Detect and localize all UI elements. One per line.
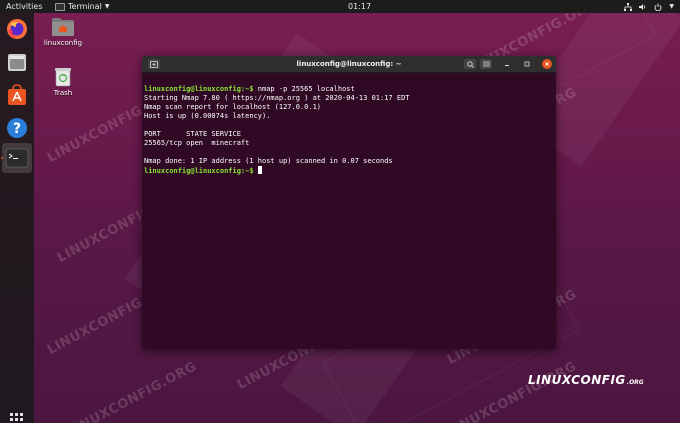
terminal-line: Nmap scan report for localhost (127.0.0.… bbox=[144, 103, 322, 111]
hamburger-menu-icon bbox=[482, 61, 490, 67]
network-icon bbox=[624, 2, 633, 11]
show-applications-button[interactable] bbox=[10, 413, 24, 423]
running-indicator bbox=[1, 157, 3, 159]
firefox-icon bbox=[7, 19, 27, 39]
files-icon bbox=[8, 54, 26, 71]
close-button[interactable] bbox=[542, 59, 552, 69]
clock[interactable]: 01:17 bbox=[348, 0, 371, 13]
terminal-app-icon bbox=[55, 2, 65, 11]
menu-button[interactable] bbox=[480, 59, 492, 69]
terminal-window[interactable]: linuxconfig@linuxconfig: ~ linuxconfig@l… bbox=[142, 56, 556, 349]
desktop-home-folder[interactable]: linuxconfig bbox=[38, 17, 88, 47]
terminal-line: linuxconfig@linuxconfig:~$ nmap -p 25565… bbox=[144, 85, 554, 94]
dock-item-firefox[interactable] bbox=[4, 16, 30, 42]
app-menu[interactable]: Terminal ▼ bbox=[55, 0, 109, 13]
dock-item-terminal[interactable] bbox=[2, 143, 32, 173]
terminal-icon bbox=[5, 148, 29, 168]
window-titlebar[interactable]: linuxconfig@linuxconfig: ~ bbox=[142, 56, 556, 73]
shell-prompt: linuxconfig@linuxconfig:~$ bbox=[144, 167, 254, 175]
close-icon bbox=[545, 62, 549, 66]
linuxconfig-logo: LINUXCONFIG .ORG bbox=[528, 373, 644, 387]
chevron-down-icon: ▼ bbox=[669, 3, 674, 10]
logo-main-text: LINUXCONFIG bbox=[528, 373, 626, 387]
shell-prompt: linuxconfig@linuxconfig:~$ bbox=[144, 85, 254, 93]
command-text: nmap -p 25565 localhost bbox=[253, 85, 355, 93]
top-bar: Activities Terminal ▼ 01:17 ▼ bbox=[0, 0, 680, 13]
system-tray[interactable]: ▼ bbox=[624, 0, 674, 13]
activities-button[interactable]: Activities bbox=[6, 0, 43, 13]
minimize-button[interactable] bbox=[502, 59, 512, 69]
terminal-line: linuxconfig@linuxconfig:~$ bbox=[144, 166, 554, 176]
chevron-down-icon: ▼ bbox=[104, 3, 110, 10]
dock: ? bbox=[0, 13, 34, 423]
terminal-line: Nmap done: 1 IP address (1 host up) scan… bbox=[144, 157, 393, 165]
help-icon: ? bbox=[7, 118, 27, 138]
desktop-icon-label: linuxconfig bbox=[43, 39, 83, 47]
terminal-line: 25565/tcp open minecraft bbox=[144, 139, 250, 147]
desktop-icon-label: Trash bbox=[53, 89, 73, 97]
window-title: linuxconfig@linuxconfig: ~ bbox=[296, 60, 402, 68]
terminal-output[interactable]: linuxconfig@linuxconfig:~$ nmap -p 25565… bbox=[142, 73, 556, 194]
app-menu-label: Terminal bbox=[68, 2, 102, 11]
dock-item-help[interactable]: ? bbox=[4, 115, 30, 141]
svg-text:?: ? bbox=[13, 121, 21, 137]
maximize-button[interactable] bbox=[522, 59, 532, 69]
watermark-text: LINUXCONFIG.ORG bbox=[64, 359, 200, 423]
power-icon bbox=[654, 3, 662, 11]
dock-item-software[interactable] bbox=[4, 82, 30, 108]
desktop-trash[interactable]: Trash bbox=[38, 67, 88, 97]
dock-item-files[interactable] bbox=[4, 49, 30, 75]
terminal-line: Host is up (0.00074s latency). bbox=[144, 112, 271, 120]
desktop: LINUXCONFIG.ORG LINUXCONFIG.ORG LINUXCON… bbox=[0, 0, 680, 423]
minimize-icon bbox=[505, 65, 509, 66]
trash-icon bbox=[55, 68, 71, 87]
terminal-line: Starting Nmap 7.80 ( https://nmap.org ) … bbox=[144, 94, 410, 102]
maximize-icon bbox=[524, 61, 530, 67]
terminal-line: PORT STATE SERVICE bbox=[144, 130, 241, 138]
volume-icon bbox=[639, 3, 646, 10]
software-icon bbox=[8, 84, 26, 105]
home-folder-icon bbox=[52, 18, 74, 36]
text-cursor bbox=[257, 166, 262, 174]
search-button[interactable] bbox=[464, 59, 476, 69]
search-icon bbox=[466, 60, 474, 68]
logo-suffix-text: .ORG bbox=[626, 379, 644, 386]
